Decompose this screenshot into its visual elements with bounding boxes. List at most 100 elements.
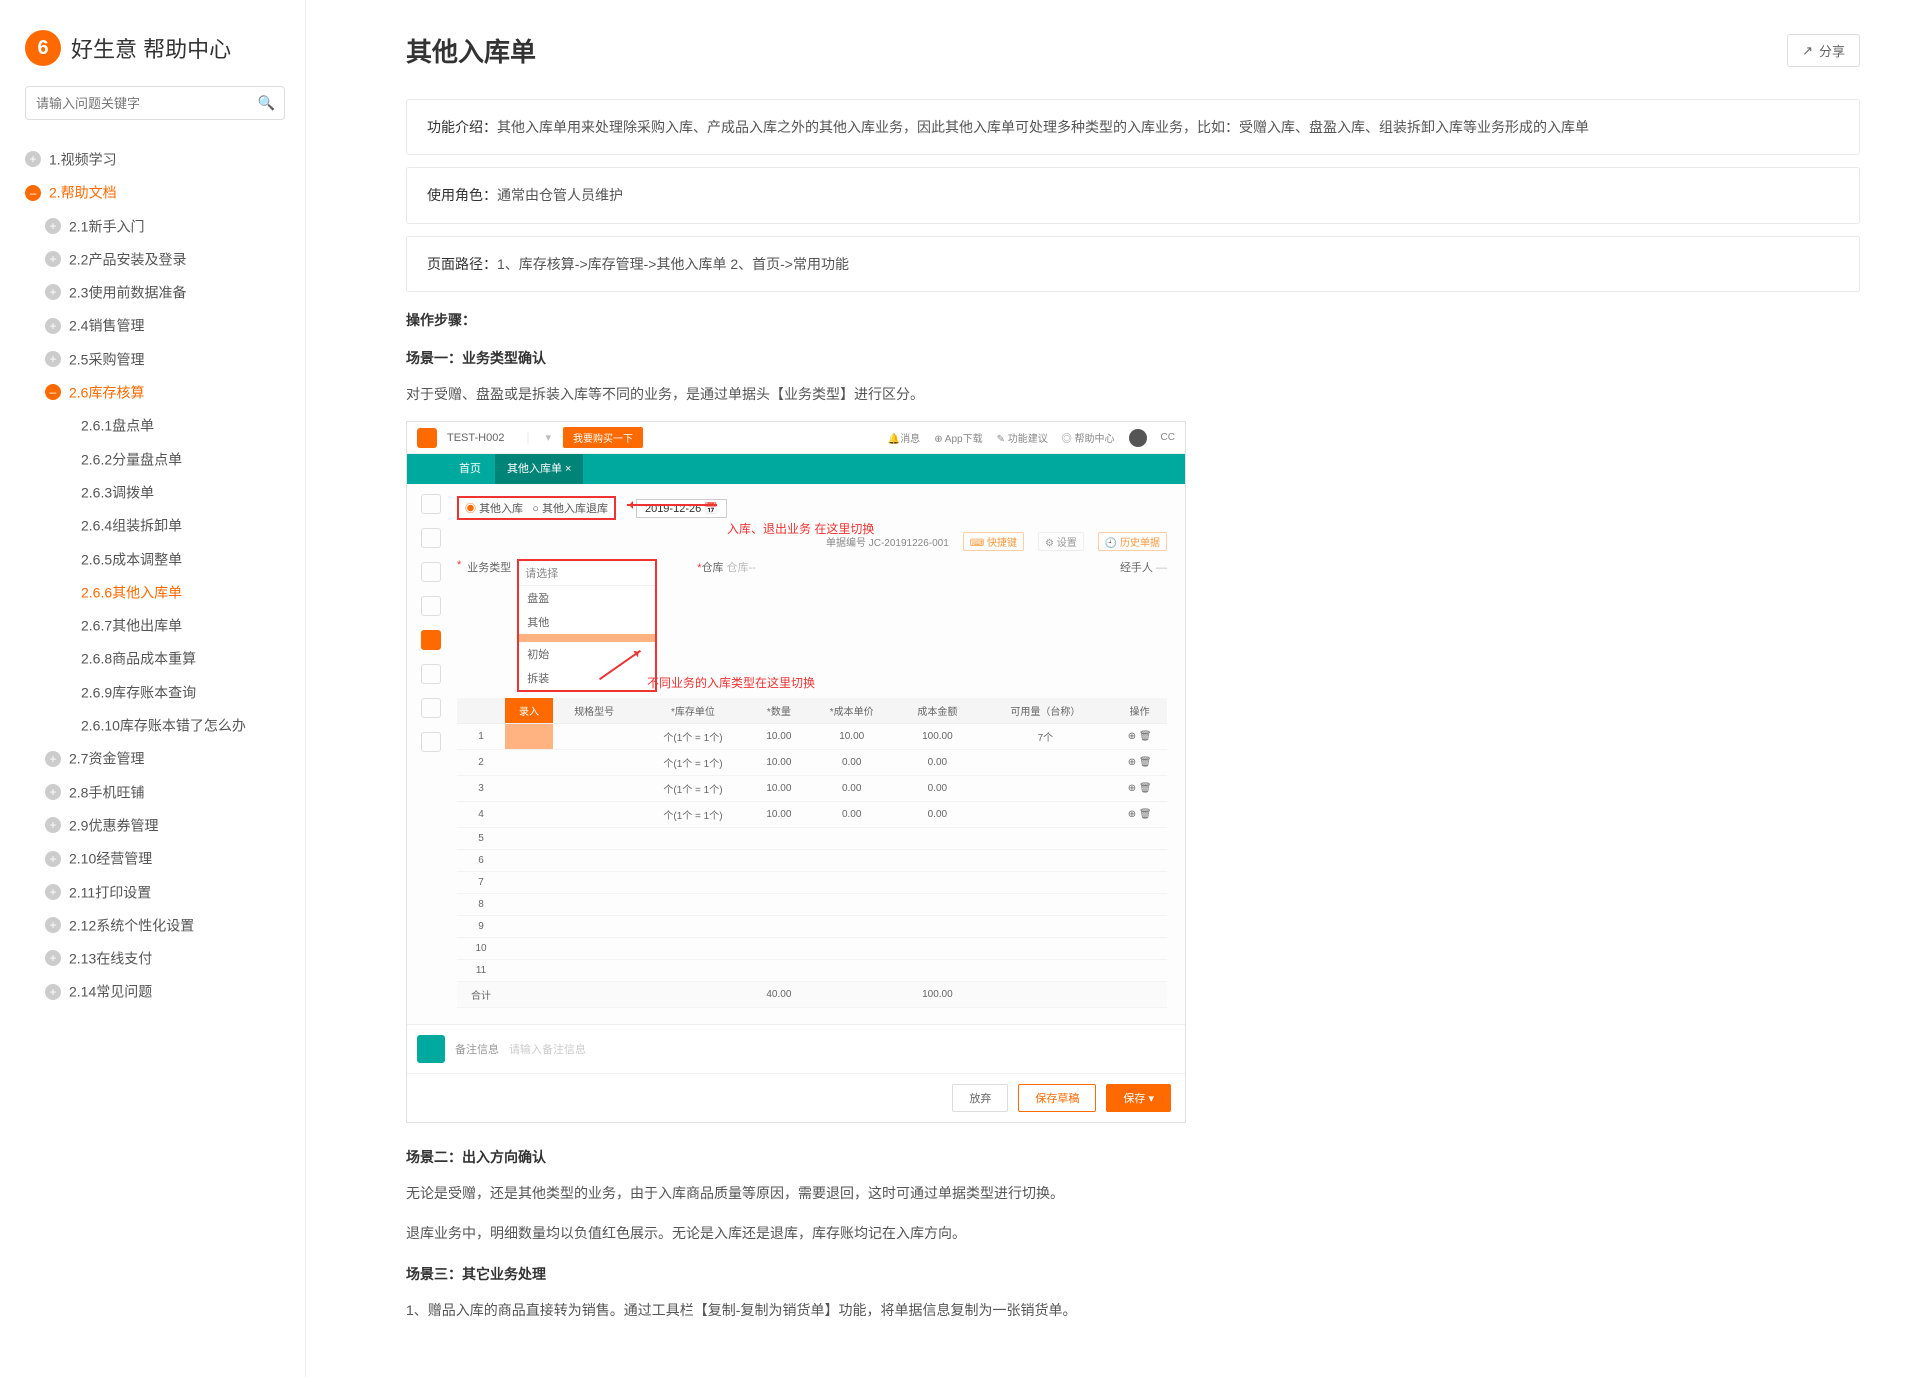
ss-chip-shortcuts: ⌨ 快捷键 xyxy=(963,532,1024,551)
ss-tab-current: 其他入库单 × xyxy=(495,454,583,484)
brand-name: 好生意 帮助中心 xyxy=(71,32,231,64)
nav-2-6-2[interactable]: 2.6.2分量盘点单 xyxy=(25,442,285,475)
nav-2-6-9[interactable]: 2.6.9库存账本查询 xyxy=(25,675,285,708)
ss-topbar: TEST-H002 ｜ ▾ 我要购买一下 🔔消息 ⊕ App下载 ✎ 功能建议 … xyxy=(407,422,1185,454)
sidebar: 6 好生意 帮助中心 🔍 +1.视频学习 –2.帮助文档 +2.1新手入门 +2… xyxy=(0,0,306,1377)
scene3-title: 场景三：其它业务处理 xyxy=(406,1264,1860,1284)
nav-2-6-1[interactable]: 2.6.1盘点单 xyxy=(25,408,285,441)
nav-tree: +1.视频学习 –2.帮助文档 +2.1新手入门 +2.2产品安装及登录 +2.… xyxy=(25,142,285,1008)
search-icon[interactable]: 🔍 xyxy=(258,95,275,112)
plus-icon: + xyxy=(45,251,61,267)
intro-text: 其他入库单用来处理除采购入库、产成品入库之外的其他入库业务，因此其他入库单可处理… xyxy=(497,119,1589,135)
plus-icon: + xyxy=(45,851,61,867)
ss-remark-icon xyxy=(417,1035,445,1063)
minus-icon: – xyxy=(25,185,41,201)
plus-icon: + xyxy=(45,917,61,933)
plus-icon: + xyxy=(45,751,61,767)
scene2-p1: 无论是受赠，还是其他类型的业务，由于入库商品质量等原因，需要退回，这时可通过单据… xyxy=(406,1181,1860,1206)
nav-2-4[interactable]: +2.4销售管理 xyxy=(25,308,285,341)
ss-feedback-link: ✎ 功能建议 xyxy=(997,430,1048,445)
ss-biztype-dropdown: 请选择 盘盈 其他 初始 拆装 xyxy=(517,559,657,692)
plus-icon: + xyxy=(45,284,61,300)
minus-icon: – xyxy=(45,384,61,400)
ss-annotation-1: 入库、退出业务 在这里切换 xyxy=(727,520,874,537)
scene3-p1: 1、赠品入库的商品直接转为销售。通过工具栏【复制-复制为销货单】功能，将单据信息… xyxy=(406,1298,1860,1323)
plus-icon: + xyxy=(45,218,61,234)
main-content: 其他入库单 ↗分享 功能介绍：其他入库单用来处理除采购入库、产成品入库之外的其他… xyxy=(306,0,1920,1377)
role-text: 通常由仓管人员维护 xyxy=(497,187,623,203)
share-button[interactable]: ↗分享 xyxy=(1787,34,1860,67)
nav-2-6-10[interactable]: 2.6.10库存账本错了怎么办 xyxy=(25,708,285,741)
nav-2-11[interactable]: +2.11打印设置 xyxy=(25,875,285,908)
ss-chip-history: 🕘 历史单据 xyxy=(1098,532,1167,551)
ss-tabs: 首页 其他入库单 × xyxy=(407,454,1185,484)
ss-username: CC xyxy=(1161,432,1175,443)
role-label: 使用角色： xyxy=(427,187,497,203)
nav-2-1[interactable]: +2.1新手入门 xyxy=(25,209,285,242)
nav-2-6-3[interactable]: 2.6.3调拨单 xyxy=(25,475,285,508)
ss-left-rail xyxy=(417,494,445,752)
nav-2-5[interactable]: +2.5采购管理 xyxy=(25,342,285,375)
search-input[interactable] xyxy=(25,86,285,120)
page-title: 其他入库单 xyxy=(406,32,536,69)
nav-2-7[interactable]: +2.7资金管理 xyxy=(25,741,285,774)
plus-icon: + xyxy=(25,151,41,167)
embedded-screenshot: TEST-H002 ｜ ▾ 我要购买一下 🔔消息 ⊕ App下载 ✎ 功能建议 … xyxy=(406,421,1186,1123)
ss-annotation-2: 不同业务的入库类型在这里切换 xyxy=(647,674,815,691)
ss-tab-home: 首页 xyxy=(447,454,493,484)
search-box: 🔍 xyxy=(25,86,285,120)
nav-2-6-4[interactable]: 2.6.4组装拆卸单 xyxy=(25,508,285,541)
ss-app-link: ⊕ App下载 xyxy=(934,430,982,445)
ss-radio-group: ◉ 其他入库 ○ 其他入库退库 xyxy=(457,496,616,520)
brand-row: 6 好生意 帮助中心 xyxy=(25,30,285,66)
ss-save-button: 保存 ▾ xyxy=(1106,1084,1171,1112)
nav-item-docs[interactable]: –2.帮助文档 xyxy=(25,175,285,208)
ss-top-title: TEST-H002 xyxy=(447,432,504,444)
nav-2-8[interactable]: +2.8手机旺铺 xyxy=(25,775,285,808)
scene1-title: 场景一：业务类型确认 xyxy=(406,348,1860,368)
ss-bell-icon: 🔔消息 xyxy=(888,430,920,445)
nav-2-6-8[interactable]: 2.6.8商品成本重算 xyxy=(25,641,285,674)
ss-help-link: ◎ 帮助中心 xyxy=(1062,430,1115,445)
nav-2-6-5[interactable]: 2.6.5成本调整单 xyxy=(25,542,285,575)
share-icon: ↗ xyxy=(1802,43,1813,59)
plus-icon: + xyxy=(45,784,61,800)
ss-footer: 放弃 保存草稿 保存 ▾ xyxy=(407,1073,1185,1122)
ss-date-field: 2019-12-26 📅 xyxy=(636,499,727,518)
plus-icon: + xyxy=(45,884,61,900)
path-label: 页面路径： xyxy=(427,256,497,272)
nav-item-video[interactable]: +1.视频学习 xyxy=(25,142,285,175)
nav-2-10[interactable]: +2.10经营管理 xyxy=(25,841,285,874)
intro-label: 功能介绍： xyxy=(427,119,497,135)
nav-2-13[interactable]: +2.13在线支付 xyxy=(25,941,285,974)
brand-logo: 6 xyxy=(25,30,61,66)
role-box: 使用角色：通常由仓管人员维护 xyxy=(406,167,1860,223)
nav-2-9[interactable]: +2.9优惠券管理 xyxy=(25,808,285,841)
steps-heading: 操作步骤： xyxy=(406,310,1860,330)
path-box: 页面路径：1、库存核算->库存管理->其他入库单 2、首页->常用功能 xyxy=(406,236,1860,292)
ss-avatar-icon xyxy=(1129,429,1147,447)
nav-2-6-7[interactable]: 2.6.7其他出库单 xyxy=(25,608,285,641)
intro-box: 功能介绍：其他入库单用来处理除采购入库、产成品入库之外的其他入库业务，因此其他入… xyxy=(406,99,1860,155)
nav-2-12[interactable]: +2.12系统个性化设置 xyxy=(25,908,285,941)
nav-2-2[interactable]: +2.2产品安装及登录 xyxy=(25,242,285,275)
scene2-p2: 退库业务中，明细数量均以负值红色展示。无论是入库还是退库，库存账均记在入库方向。 xyxy=(406,1221,1860,1246)
plus-icon: + xyxy=(45,984,61,1000)
nav-2-6-6[interactable]: 2.6.6其他入库单 xyxy=(25,575,285,608)
nav-2-14[interactable]: +2.14常见问题 xyxy=(25,974,285,1007)
plus-icon: + xyxy=(45,318,61,334)
plus-icon: + xyxy=(45,817,61,833)
ss-draft-button: 保存草稿 xyxy=(1018,1084,1096,1112)
ss-logo-icon xyxy=(417,428,437,448)
plus-icon: + xyxy=(45,351,61,367)
plus-icon: + xyxy=(45,950,61,966)
ss-table: 录入规格型号*库存单位*数量*成本单价成本金额可用量（台称）操作 1个(1个 =… xyxy=(457,698,1167,1008)
ss-cancel-button: 放弃 xyxy=(952,1084,1008,1112)
ss-buy-button: 我要购买一下 xyxy=(563,427,643,448)
scene2-title: 场景二：出入方向确认 xyxy=(406,1147,1860,1167)
ss-chip-settings: ⚙ 设置 xyxy=(1038,532,1084,551)
ss-remark-row: 备注信息 请输入备注信息 xyxy=(407,1024,1185,1073)
nav-2-3[interactable]: +2.3使用前数据准备 xyxy=(25,275,285,308)
nav-2-6[interactable]: –2.6库存核算 xyxy=(25,375,285,408)
path-text: 1、库存核算->库存管理->其他入库单 2、首页->常用功能 xyxy=(497,256,849,272)
